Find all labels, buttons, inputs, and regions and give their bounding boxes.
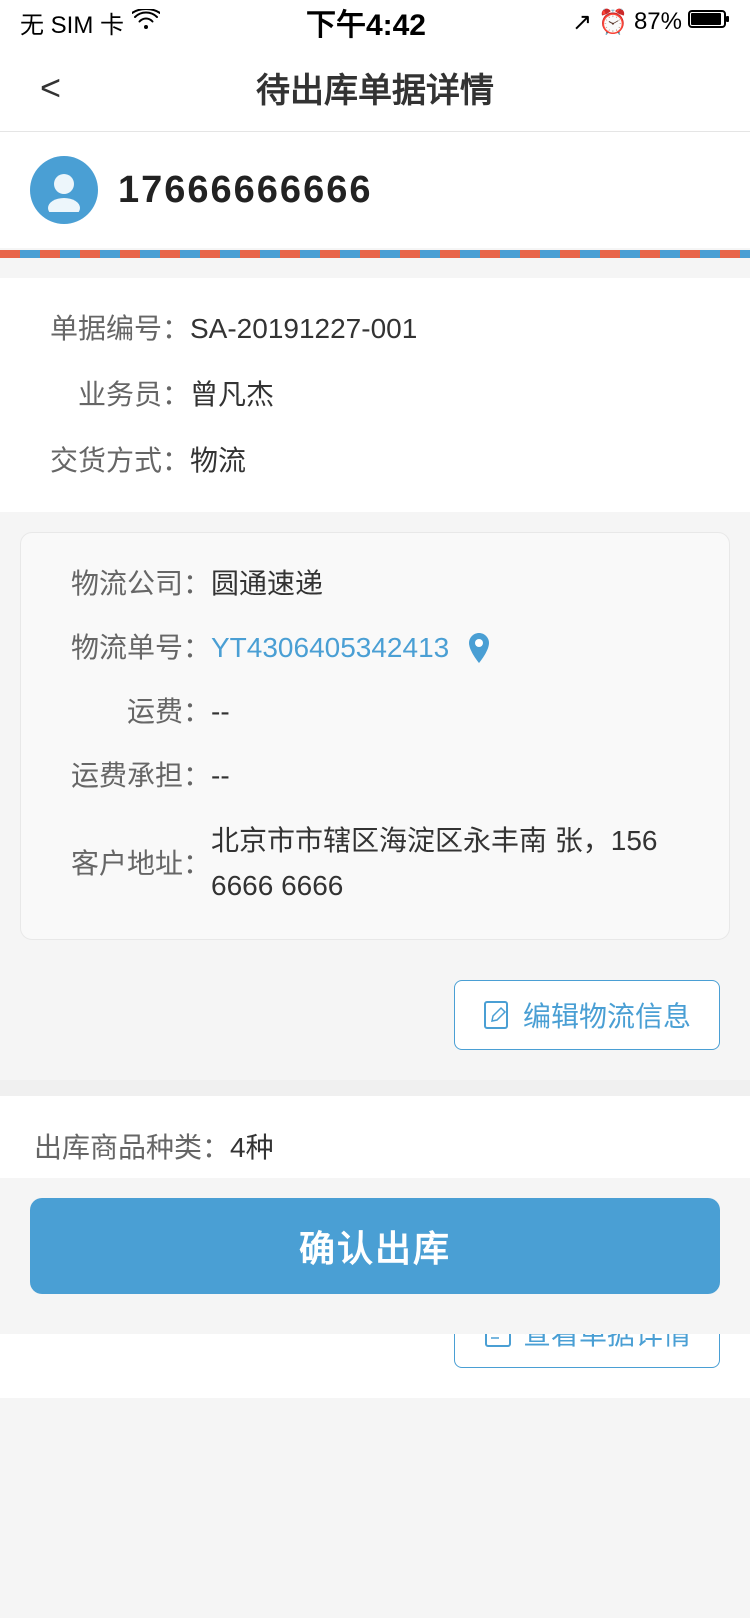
tracking-value: YT43064053424​13 <box>211 627 449 669</box>
staff-label: 业务员： <box>30 374 190 416</box>
bottom-space <box>0 1398 750 1618</box>
address-label: 客户地址： <box>51 843 211 885</box>
customer-phone: 17666666666 <box>118 169 372 212</box>
freight-label: 运费： <box>51 691 211 733</box>
edit-icon <box>483 1000 513 1030</box>
delivery-row: 交货方式： 物流 <box>30 440 720 482</box>
page-title: 待出库单据详情 <box>256 63 494 112</box>
logistics-company-row: 物流公司： 圆通速递 <box>51 563 699 605</box>
status-bar: 无 SIM 卡 下午4:42 ↗ ⏰ 87% <box>0 0 750 44</box>
status-left: 无 SIM 卡 <box>20 5 160 40</box>
alarm-icon: ⏰ <box>598 8 628 37</box>
order-number-row: 单据编号： SA-20191227-001 <box>30 308 720 350</box>
section-divider <box>0 1080 750 1096</box>
delivery-value: 物流 <box>190 440 720 482</box>
edit-logistics-button[interactable]: 编辑物流信息 <box>454 980 720 1050</box>
logistics-company-label: 物流公司： <box>51 563 211 605</box>
address-value: 北京市市辖区海淀区永丰南 张，156 6666 6666 <box>211 819 699 909</box>
status-right: ↗ ⏰ 87% <box>572 8 730 37</box>
freight-bear-row: 运费承担： -- <box>51 755 699 797</box>
customer-header: 17666666666 <box>0 132 750 248</box>
location-pin-icon[interactable] <box>461 630 497 666</box>
freight-bear-label: 运费承担： <box>51 755 211 797</box>
location-icon: ↗ <box>572 8 592 37</box>
status-time: 下午4:42 <box>306 0 426 44</box>
order-info-section: 单据编号： SA-20191227-001 业务员： 曾凡杰 交货方式： 物流 <box>0 278 750 512</box>
nav-bar: < 待出库单据详情 <box>0 44 750 132</box>
staff-value: 曾凡杰 <box>190 374 720 416</box>
goods-type-label: 出库商品种类： <box>30 1126 230 1166</box>
carrier-text: 无 SIM 卡 <box>20 5 124 40</box>
tracking-label: 物流单号： <box>51 627 211 669</box>
battery-icon <box>688 8 730 37</box>
dashed-divider <box>0 250 750 258</box>
wifi-icon <box>132 8 160 36</box>
logistics-card: 物流公司： 圆通速递 物流单号： YT43064053424​13 运费： --… <box>20 532 730 940</box>
confirm-outbound-button[interactable]: 确认出库 <box>30 1198 720 1294</box>
staff-row: 业务员： 曾凡杰 <box>30 374 720 416</box>
battery-text: 87% <box>634 8 682 36</box>
goods-type-row: 出库商品种类： 4种 <box>30 1126 720 1166</box>
confirm-btn-bar: 确认出库 <box>0 1178 750 1334</box>
avatar <box>30 156 98 224</box>
order-number-value: SA-20191227-001 <box>190 308 720 350</box>
logistics-company-value: 圆通速递 <box>211 563 699 605</box>
freight-row: 运费： -- <box>51 691 699 733</box>
tracking-value-wrap: YT43064053424​13 <box>211 627 497 669</box>
edit-logistics-wrap: 编辑物流信息 <box>0 960 750 1080</box>
freight-value: -- <box>211 691 699 733</box>
address-row: 客户地址： 北京市市辖区海淀区永丰南 张，156 6666 6666 <box>51 819 699 909</box>
delivery-label: 交货方式： <box>30 440 190 482</box>
edit-logistics-label: 编辑物流信息 <box>523 995 691 1035</box>
goods-type-value: 4种 <box>230 1126 720 1166</box>
freight-bear-value: -- <box>211 755 699 797</box>
tracking-row: 物流单号： YT43064053424​13 <box>51 627 699 669</box>
order-number-label: 单据编号： <box>30 308 190 350</box>
back-button[interactable]: < <box>30 57 71 119</box>
